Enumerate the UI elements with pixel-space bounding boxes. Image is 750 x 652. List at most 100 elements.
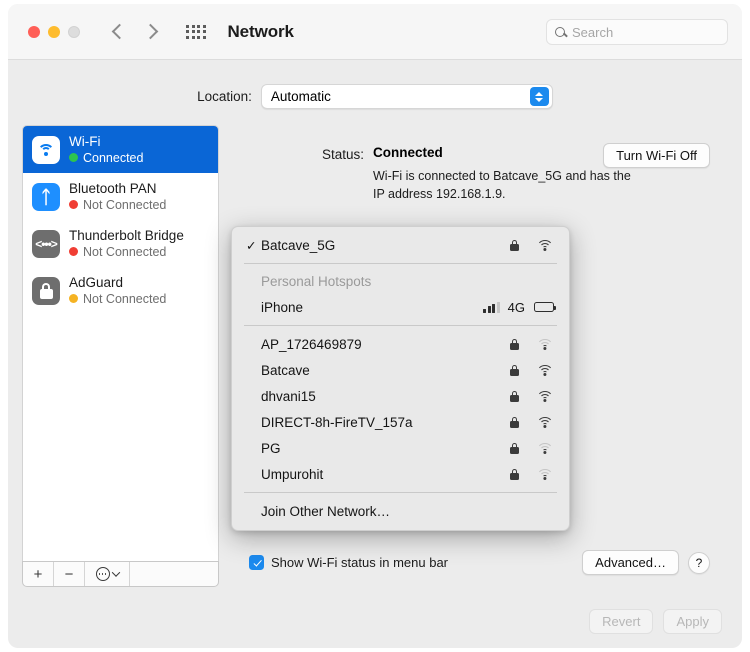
thunderbolt-icon: <•••> (32, 230, 60, 258)
menu-item-current-network[interactable]: ✓ Batcave_5G (232, 232, 569, 258)
hotspot-name: iPhone (261, 300, 483, 315)
search-icon (555, 27, 565, 37)
service-status: Connected (69, 151, 143, 165)
actions-menu-button[interactable] (85, 562, 130, 586)
lock-icon (510, 391, 519, 402)
lock-icon (510, 469, 519, 480)
status-dot (69, 200, 78, 209)
lock-icon (510, 443, 519, 454)
menu-item-network[interactable]: AP_1726469879 (232, 331, 569, 357)
minimize-button[interactable] (48, 26, 60, 38)
show-wifi-status-checkbox-row[interactable]: Show Wi-Fi status in menu bar (249, 555, 448, 570)
service-toolbar: + − (22, 561, 219, 587)
sidebar-item-bluetooth-pan[interactable]: ᛏ Bluetooth PAN Not Connected (23, 173, 218, 220)
cellular-signal-icon (483, 302, 499, 313)
service-status: Not Connected (69, 198, 166, 212)
network-preferences-window: Network Location: Automatic (8, 4, 742, 648)
network-ssid: DIRECT-8h-FireTV_157a (261, 415, 510, 430)
wifi-detail-panel: Turn Wi-Fi Off Status: Connected Wi-Fi i… (231, 125, 728, 587)
network-ssid: Batcave_5G (261, 238, 510, 253)
network-ssid: AP_1726469879 (261, 337, 510, 352)
service-name: Bluetooth PAN (69, 181, 166, 197)
help-button[interactable]: ? (688, 552, 710, 574)
status-value: Connected (373, 145, 633, 160)
toolbar-filler (130, 562, 218, 586)
lock-icon (510, 417, 519, 428)
forward-icon[interactable] (143, 24, 159, 40)
service-name: Wi-Fi (69, 134, 143, 150)
sidebar-item-adguard[interactable]: AdGuard Not Connected (23, 267, 218, 314)
chevron-updown-icon[interactable] (530, 87, 549, 106)
back-icon[interactable] (112, 24, 128, 40)
search-box[interactable] (546, 19, 728, 45)
add-service-button[interactable]: + (23, 562, 54, 586)
ellipsis-circle-icon (96, 567, 110, 581)
search-input[interactable] (572, 25, 712, 40)
menu-item-network[interactable]: DIRECT-8h-FireTV_157a (232, 409, 569, 435)
bluetooth-icon: ᛏ (32, 183, 60, 211)
lock-icon (510, 240, 519, 251)
show-wifi-status-checkbox[interactable] (249, 555, 264, 570)
lock-icon (32, 277, 60, 305)
panel-bottom-controls: Show Wi-Fi status in menu bar Advanced… … (249, 550, 710, 575)
service-status: Not Connected (69, 245, 184, 259)
sidebar-item-thunderbolt-bridge[interactable]: <•••> Thunderbolt Bridge Not Connected (23, 220, 218, 267)
lock-icon (510, 365, 519, 376)
status-label: Status: (231, 145, 373, 203)
menu-separator (244, 325, 557, 326)
network-ssid: PG (261, 441, 510, 456)
advanced-button[interactable]: Advanced… (582, 550, 679, 575)
menu-item-network[interactable]: Batcave (232, 357, 569, 383)
checkmark-icon: ✓ (246, 238, 261, 253)
wifi-signal-icon (536, 390, 554, 403)
wifi-icon (32, 136, 60, 164)
location-row: Location: Automatic (8, 84, 742, 109)
wifi-signal-icon (536, 468, 554, 481)
revert-button[interactable]: Revert (589, 609, 653, 634)
location-value: Automatic (271, 89, 331, 104)
status-dot (69, 247, 78, 256)
menu-item-join-other-network[interactable]: Join Other Network… (232, 498, 569, 524)
close-button[interactable] (28, 26, 40, 38)
menu-item-network[interactable]: PG (232, 435, 569, 461)
status-dot (69, 294, 78, 303)
traffic-lights (28, 26, 80, 38)
menu-separator (244, 492, 557, 493)
footer-buttons: Revert Apply (589, 609, 722, 634)
menu-item-network[interactable]: dhvani15 (232, 383, 569, 409)
lock-icon (510, 339, 519, 350)
remove-service-button[interactable]: − (54, 562, 85, 586)
battery-icon (534, 302, 554, 313)
sidebar-item-wifi[interactable]: Wi-Fi Connected (23, 126, 218, 173)
network-ssid: Umpurohit (261, 467, 510, 482)
apply-button[interactable]: Apply (663, 609, 722, 634)
show-wifi-status-label: Show Wi-Fi status in menu bar (271, 555, 448, 570)
location-select[interactable]: Automatic (261, 84, 553, 109)
menu-item-network[interactable]: Umpurohit (232, 461, 569, 487)
menu-item-hotspot-iphone[interactable]: iPhone 4G (232, 294, 569, 320)
wifi-signal-icon (536, 239, 554, 252)
wifi-signal-icon (536, 442, 554, 455)
menu-section-personal-hotspots: Personal Hotspots (232, 269, 569, 294)
cellular-type-label: 4G (508, 300, 525, 315)
content-area: Wi-Fi Connected ᛏ Bluetooth PAN (22, 125, 728, 587)
network-ssid: Batcave (261, 363, 510, 378)
network-name-dropdown-menu[interactable]: ✓ Batcave_5G Personal Hotspots iPhone 4G (231, 226, 570, 531)
status-description: Wi-Fi is connected to Batcave_5G and has… (373, 167, 633, 203)
service-name: Thunderbolt Bridge (69, 228, 184, 244)
page-title: Network (228, 22, 294, 42)
join-other-label: Join Other Network… (261, 504, 554, 519)
title-bar: Network (8, 4, 742, 60)
navigation-arrows (114, 26, 156, 37)
show-all-grid-icon[interactable] (186, 25, 206, 39)
service-name: AdGuard (69, 275, 166, 291)
service-sidebar: Wi-Fi Connected ᛏ Bluetooth PAN (22, 125, 219, 587)
zoom-button[interactable] (68, 26, 80, 38)
location-label: Location: (197, 89, 252, 104)
network-ssid: dhvani15 (261, 389, 510, 404)
service-status: Not Connected (69, 292, 166, 306)
menu-separator (244, 263, 557, 264)
wifi-signal-icon (536, 416, 554, 429)
service-list: Wi-Fi Connected ᛏ Bluetooth PAN (22, 125, 219, 561)
turn-wifi-off-button[interactable]: Turn Wi-Fi Off (603, 143, 710, 168)
